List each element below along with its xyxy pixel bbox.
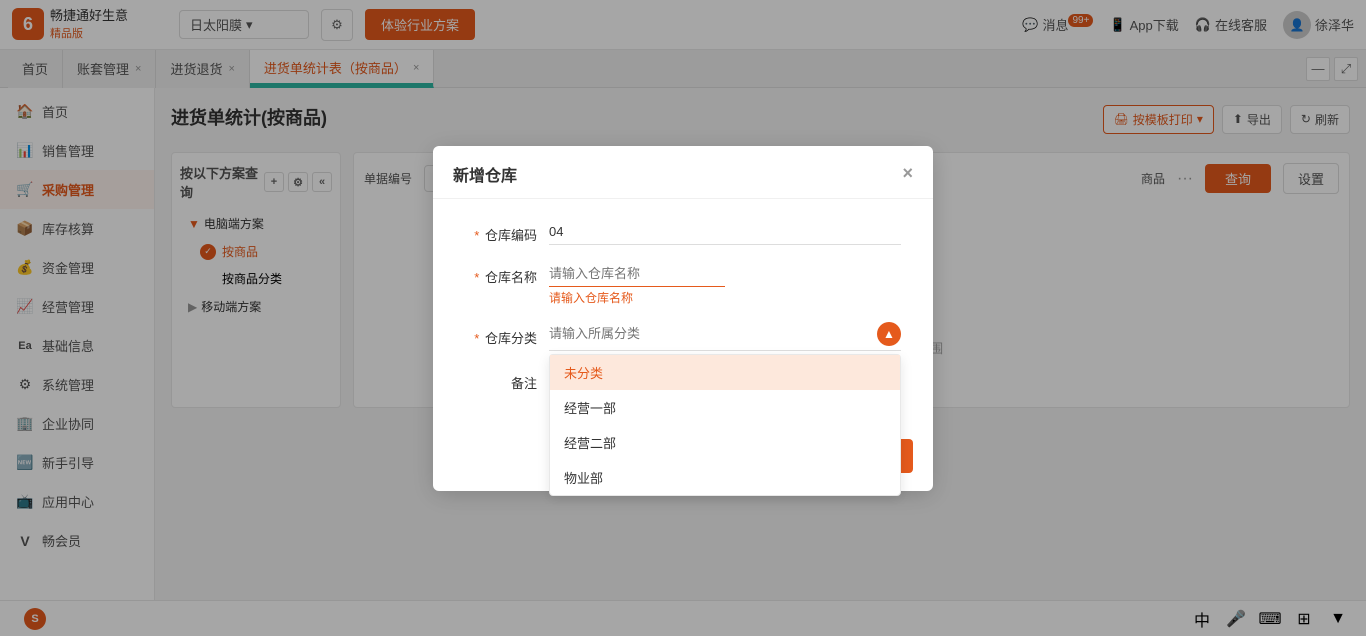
new-warehouse-dialog: 新增仓库 × * 仓库编码 * 仓库名称 请输入仓库名称	[433, 146, 933, 491]
dialog-close-button[interactable]: ×	[902, 163, 913, 184]
name-input-wrap: 请输入仓库名称	[549, 261, 901, 306]
category-dropdown-list: 未分类 经营一部 经营二部 物业部	[549, 354, 901, 496]
dropdown-option-property[interactable]: 物业部	[550, 460, 900, 495]
required-mark-category: *	[474, 331, 479, 346]
form-row-name: * 仓库名称 请输入仓库名称	[465, 261, 901, 306]
note-label: 备注	[465, 367, 537, 392]
required-mark-name: *	[474, 270, 479, 285]
dropdown-option-dept2[interactable]: 经营二部	[550, 425, 900, 460]
form-row-code: * 仓库编码	[465, 219, 901, 245]
name-input[interactable]	[549, 261, 725, 287]
dropdown-option-dept1[interactable]: 经营一部	[550, 390, 900, 425]
category-input[interactable]	[549, 322, 877, 345]
category-dropdown-toggle[interactable]: ▲	[877, 322, 901, 346]
dialog-title: 新增仓库	[453, 162, 517, 186]
modal-overlay: 新增仓库 × * 仓库编码 * 仓库名称 请输入仓库名称	[0, 0, 1366, 636]
code-input[interactable]	[549, 219, 901, 245]
name-label: * 仓库名称	[465, 261, 537, 286]
form-row-category: * 仓库分类 ▲ 未分类 经营一部 经营二部 物业部	[465, 322, 901, 351]
required-mark-code: *	[474, 228, 479, 243]
dialog-header: 新增仓库 ×	[433, 146, 933, 199]
dialog-body: * 仓库编码 * 仓库名称 请输入仓库名称 *	[433, 199, 933, 429]
name-error-message: 请输入仓库名称	[549, 289, 901, 306]
code-label: * 仓库编码	[465, 219, 537, 244]
dropdown-option-none[interactable]: 未分类	[550, 355, 900, 390]
category-dropdown-wrap: ▲ 未分类 经营一部 经营二部 物业部	[549, 322, 901, 351]
category-label: * 仓库分类	[465, 322, 537, 347]
